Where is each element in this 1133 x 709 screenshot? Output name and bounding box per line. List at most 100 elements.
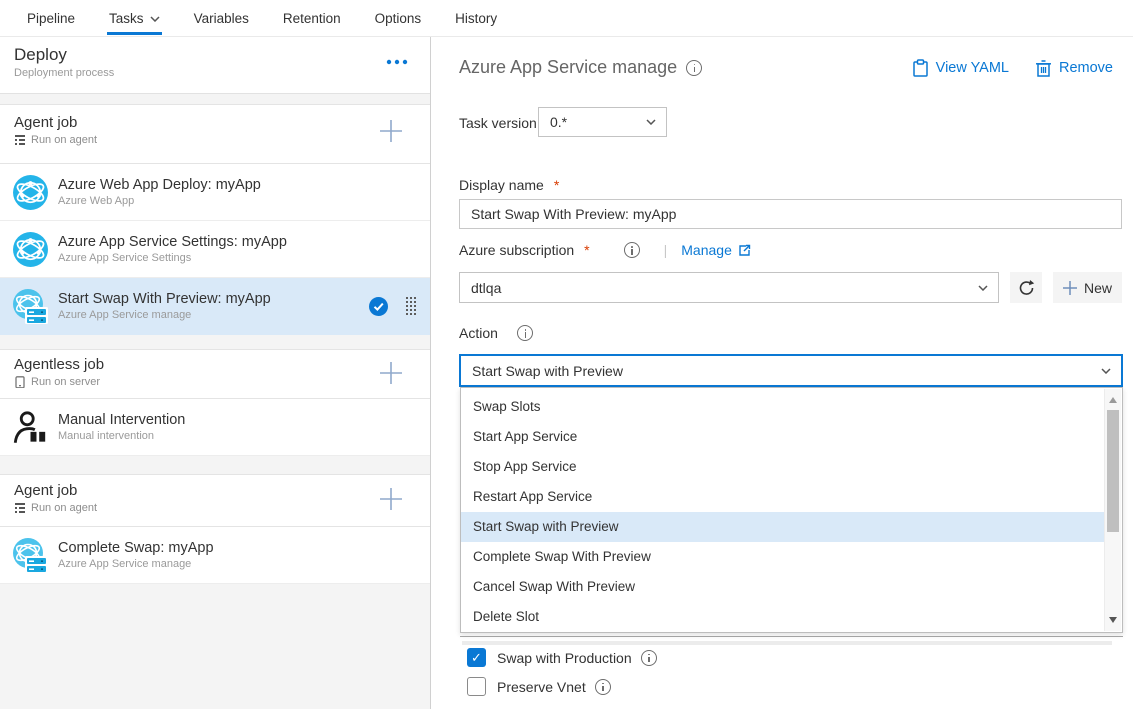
checkbox-label: Swap with Production: [497, 650, 632, 666]
option-stop-app-service[interactable]: Stop App Service: [461, 452, 1105, 482]
tab-history[interactable]: History: [438, 0, 514, 36]
task-item-azure-web-app-deploy[interactable]: Azure Web App Deploy: myApp Azure Web Ap…: [0, 164, 430, 221]
tab-pipeline[interactable]: Pipeline: [10, 0, 92, 36]
task-subtitle: Azure App Service Settings: [58, 252, 418, 264]
section-gap: [0, 94, 430, 104]
job-subtitle: Run on server: [31, 376, 100, 388]
tab-retention[interactable]: Retention: [266, 0, 358, 36]
task-title: Manual Intervention: [58, 412, 418, 428]
add-task-button[interactable]: [380, 362, 402, 384]
dropdown-scrollbar[interactable]: [1104, 389, 1121, 631]
option-cancel-swap-with-preview[interactable]: Cancel Swap With Preview: [461, 572, 1105, 602]
section-gap: [0, 335, 430, 349]
checkbox-label: Preserve Vnet: [497, 679, 586, 695]
option-start-swap-with-preview[interactable]: Start Swap with Preview: [461, 512, 1105, 542]
server-icon: [14, 376, 26, 388]
agentless-job-header[interactable]: Agentless job Run on server: [0, 349, 430, 399]
new-subscription-button[interactable]: New: [1053, 272, 1122, 303]
tab-options[interactable]: Options: [358, 0, 439, 36]
option-start-app-service[interactable]: Start App Service: [461, 422, 1105, 452]
agent-job-2-header[interactable]: Agent job Run on agent: [0, 474, 430, 527]
new-label: New: [1084, 280, 1112, 296]
action-select[interactable]: Start Swap with Preview: [459, 354, 1123, 387]
info-icon[interactable]: [686, 60, 702, 76]
add-task-button[interactable]: [380, 488, 402, 510]
tab-tasks[interactable]: Tasks: [92, 0, 177, 36]
agent-job-header[interactable]: Agent job Run on agent: [0, 104, 430, 164]
section-gap: [0, 456, 430, 474]
tab-label: Variables: [194, 11, 249, 26]
app-service-manage-icon: [12, 288, 49, 325]
task-item-manual-intervention[interactable]: Manual Intervention Manual intervention: [0, 399, 430, 456]
checkbox-checked[interactable]: ✓: [467, 648, 486, 667]
agent-icon: [14, 502, 26, 514]
process-title: Deploy: [14, 45, 416, 65]
view-yaml-button[interactable]: View YAML: [912, 59, 1009, 77]
underlying-field-shadow: [462, 641, 1112, 645]
tab-label: Options: [375, 11, 422, 26]
panel-title: Azure App Service manage: [459, 57, 677, 78]
swap-with-production-row[interactable]: ✓ Swap with Production: [467, 648, 657, 667]
task-version-label: Task version: [459, 115, 537, 131]
required-mark: *: [584, 242, 589, 258]
display-name-input[interactable]: Start Swap With Preview: myApp: [459, 199, 1122, 229]
separator: |: [664, 242, 668, 258]
job-title: Agent job: [14, 482, 416, 499]
top-nav: Pipeline Tasks Variables Retention Optio…: [0, 0, 1133, 37]
remove-button[interactable]: Remove: [1035, 59, 1113, 77]
task-title: Azure Web App Deploy: myApp: [58, 177, 418, 193]
scroll-down-icon[interactable]: [1109, 617, 1117, 623]
manage-link[interactable]: Manage: [681, 242, 751, 258]
task-subtitle: Azure App Service manage: [58, 558, 418, 570]
app-service-manage-icon: [12, 537, 49, 574]
job-subtitle: Run on agent: [31, 502, 97, 514]
task-subtitle: Azure Web App: [58, 195, 418, 207]
required-mark: *: [554, 177, 559, 193]
panel-actions: View YAML Remove: [912, 59, 1113, 77]
tab-label: History: [455, 11, 497, 26]
drag-handle[interactable]: [405, 296, 416, 316]
task-subtitle: Azure App Service manage: [58, 309, 360, 321]
selected-check-icon: [369, 297, 388, 316]
task-title: Start Swap With Preview: myApp: [58, 291, 360, 307]
refresh-icon: [1018, 279, 1035, 296]
release-pipeline-editor: Pipeline Tasks Variables Retention Optio…: [0, 0, 1133, 709]
info-icon[interactable]: [517, 325, 533, 341]
chevron-down-icon: [1101, 368, 1111, 374]
info-icon[interactable]: [641, 650, 657, 666]
job-title: Agent job: [14, 114, 416, 131]
option-swap-slots[interactable]: Swap Slots: [461, 392, 1105, 422]
chevron-down-icon: [978, 285, 988, 291]
task-version-value: 0.*: [539, 114, 646, 130]
info-icon[interactable]: [624, 242, 640, 258]
task-item-azure-app-service-settings[interactable]: Azure App Service Settings: myApp Azure …: [0, 221, 430, 278]
task-item-start-swap-with-preview[interactable]: Start Swap With Preview: myApp Azure App…: [0, 278, 430, 335]
tab-variables[interactable]: Variables: [177, 0, 266, 36]
add-task-button[interactable]: [380, 120, 402, 142]
checkbox-unchecked[interactable]: [467, 677, 486, 696]
job-title: Agentless job: [14, 356, 416, 373]
tab-label: Tasks: [109, 11, 144, 26]
external-link-icon: [738, 244, 751, 257]
job-subtitle: Run on agent: [31, 134, 97, 146]
azure-app-service-settings-icon: [12, 231, 49, 268]
info-icon[interactable]: [595, 679, 611, 695]
option-complete-swap-with-preview[interactable]: Complete Swap With Preview: [461, 542, 1105, 572]
tab-label: Pipeline: [27, 11, 75, 26]
task-title: Azure App Service Settings: myApp: [58, 234, 418, 250]
more-options-icon[interactable]: [386, 59, 408, 65]
remove-label: Remove: [1059, 60, 1113, 76]
task-item-complete-swap[interactable]: Complete Swap: myApp Azure App Service m…: [0, 527, 430, 584]
preserve-vnet-row[interactable]: Preserve Vnet: [467, 677, 611, 696]
plus-icon: [1063, 281, 1077, 295]
refresh-button[interactable]: [1010, 272, 1042, 303]
task-version-select[interactable]: 0.*: [538, 107, 667, 137]
option-delete-slot[interactable]: Delete Slot: [461, 602, 1105, 632]
scroll-up-icon[interactable]: [1109, 397, 1117, 403]
display-name-value: Start Swap With Preview: myApp: [460, 206, 676, 222]
subscription-select[interactable]: dtlqa: [459, 272, 999, 303]
option-restart-app-service[interactable]: Restart App Service: [461, 482, 1105, 512]
scrollbar-thumb[interactable]: [1107, 410, 1119, 532]
trash-icon: [1035, 59, 1052, 77]
deploy-process-header[interactable]: Deploy Deployment process: [0, 37, 430, 94]
